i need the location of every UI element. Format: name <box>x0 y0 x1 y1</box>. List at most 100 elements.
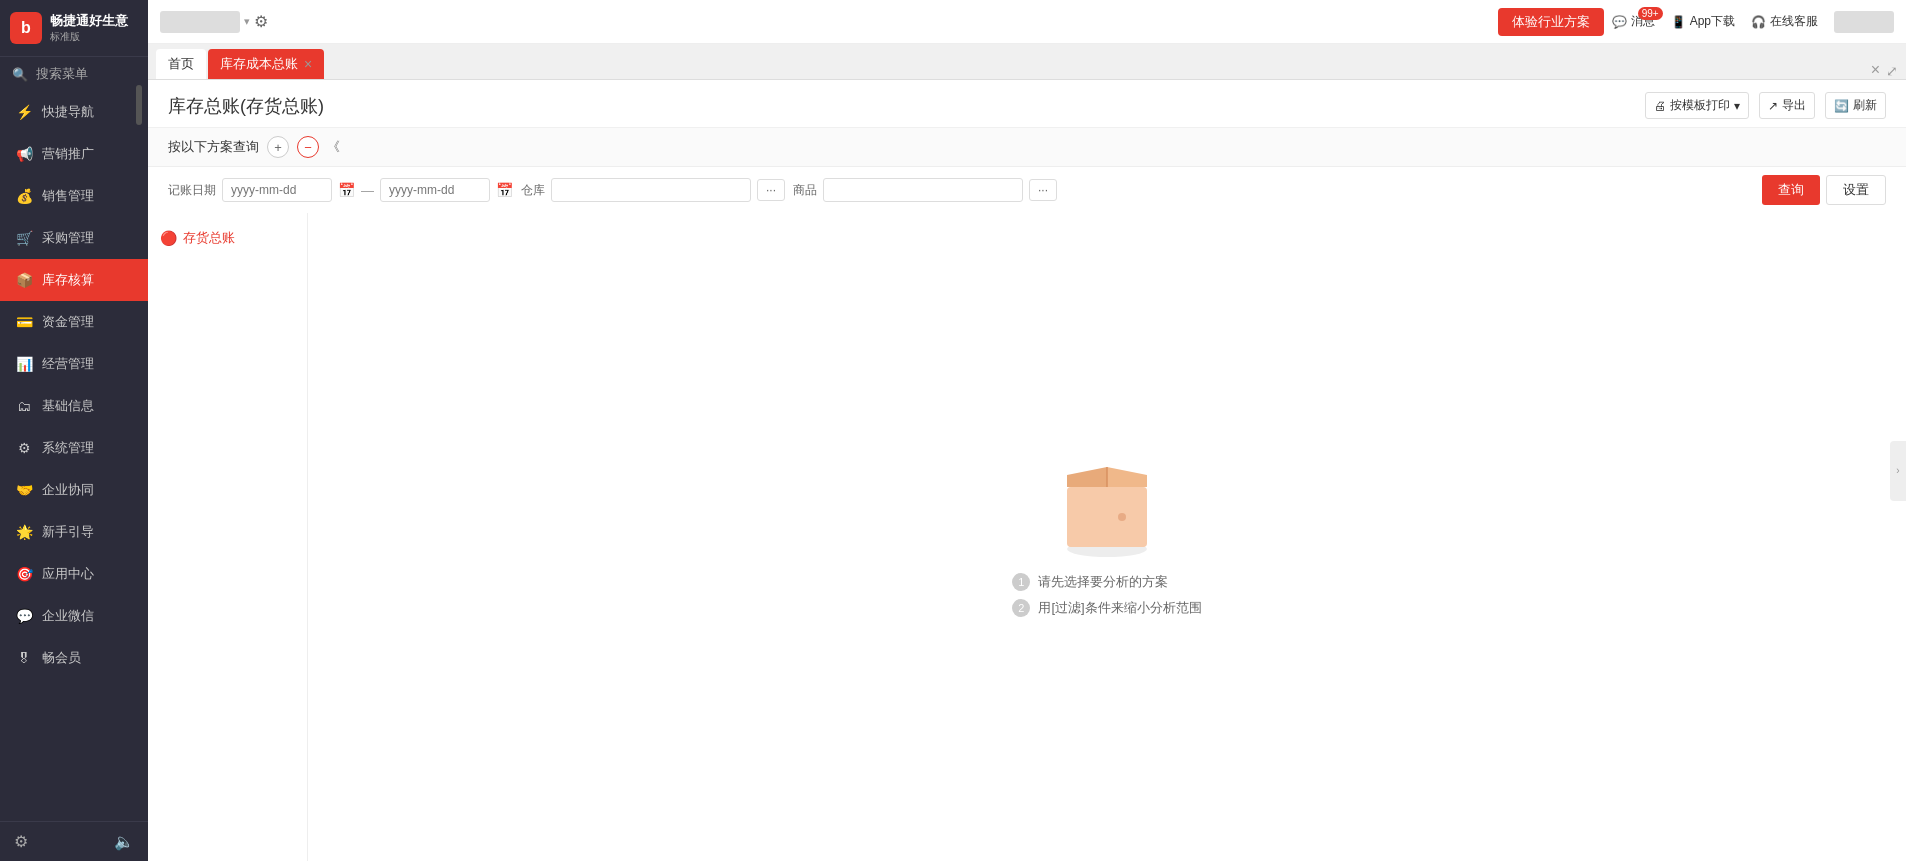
apps-icon: 🎯 <box>14 566 34 582</box>
filter-collapse-icon[interactable]: 《 <box>327 138 340 156</box>
tip-num-2: 2 <box>1012 599 1030 617</box>
trial-button[interactable]: 体验行业方案 <box>1498 8 1604 36</box>
empty-tip-1: 1 请先选择要分析的方案 <box>1012 573 1201 591</box>
service-label: 在线客服 <box>1770 13 1818 30</box>
tip-text-2: 用[过滤]条件来缩小分析范围 <box>1038 599 1201 617</box>
sidebar: b 畅捷通好生意 标准版 🔍 搜索菜单 ⚡ 快捷导航 📢 营销推广 💰 销售管理… <box>0 0 148 861</box>
tab-inventory-cost[interactable]: 库存成本总账 × <box>208 49 324 79</box>
operation-icon: 📊 <box>14 356 34 372</box>
svg-marker-2 <box>1067 467 1107 487</box>
page-header: 库存总账(存货总账) 🖨 按模板打印 ▾ ↗ 导出 🔄 刷新 <box>148 80 1906 128</box>
sidebar-item-apps[interactable]: 🎯 应用中心 <box>0 553 148 595</box>
sidebar-item-collab[interactable]: 🤝 企业协同 <box>0 469 148 511</box>
filter-del-button[interactable]: − <box>297 136 319 158</box>
sidebar-item-marketing[interactable]: 📢 营销推广 <box>0 133 148 175</box>
top-header: ▾ ⚙ 体验行业方案 💬 消息 99+ 📱 App下载 🎧 在线客服 <box>148 0 1906 44</box>
sidebar-item-system[interactable]: ⚙ 系统管理 <box>0 427 148 469</box>
message-icon: 💬 <box>1612 15 1627 29</box>
sidebar-item-wechat[interactable]: 💬 企业微信 <box>0 595 148 637</box>
panel-close-icon[interactable]: × <box>1871 61 1880 79</box>
sidebar-scrollbar[interactable] <box>136 85 142 125</box>
export-label: 导出 <box>1782 97 1806 114</box>
content-area: 🔴 存货总账 <box>148 213 1906 861</box>
inventory-icon: 🔴 <box>160 230 177 246</box>
breadcrumb: ▾ ⚙ <box>160 11 1490 33</box>
page-actions: 🖨 按模板打印 ▾ ↗ 导出 🔄 刷新 <box>1645 92 1886 119</box>
audio-icon[interactable]: 🔈 <box>114 832 134 851</box>
print-button[interactable]: 🖨 按模板打印 ▾ <box>1645 92 1749 119</box>
sidebar-item-quick-nav[interactable]: ⚡ 快捷导航 <box>0 91 148 133</box>
sidebar-nav: ⚡ 快捷导航 📢 营销推广 💰 销售管理 🛒 采购管理 📦 库存核算 💳 资金管… <box>0 91 148 821</box>
guide-icon: 🌟 <box>14 524 34 540</box>
tab-close-icon[interactable]: × <box>304 56 312 72</box>
empty-state: 1 请先选择要分析的方案 2 用[过滤]条件来缩小分析范围 <box>1012 457 1201 617</box>
guide-label: 新手引导 <box>42 523 94 541</box>
collab-label: 企业协同 <box>42 481 94 499</box>
date-label: 记账日期 <box>168 182 216 199</box>
phone-icon: 📱 <box>1671 15 1686 29</box>
member-icon: 🎖 <box>14 650 34 666</box>
sidebar-item-guide[interactable]: 🌟 新手引导 <box>0 511 148 553</box>
sidebar-item-basic[interactable]: 🗂 基础信息 <box>0 385 148 427</box>
date-filter-group: 记账日期 📅 — 📅 <box>168 178 513 202</box>
calendar-start-icon[interactable]: 📅 <box>338 182 355 198</box>
marketing-icon: 📢 <box>14 146 34 162</box>
quick-nav-icon: ⚡ <box>14 104 34 120</box>
date-end-input[interactable] <box>380 178 490 202</box>
sidebar-item-operation[interactable]: 📊 经营管理 <box>0 343 148 385</box>
settings-gear-icon[interactable]: ⚙ <box>254 12 268 31</box>
export-button[interactable]: ↗ 导出 <box>1759 92 1815 119</box>
main-content: ▾ ⚙ 体验行业方案 💬 消息 99+ 📱 App下载 🎧 在线客服 首页 <box>148 0 1906 861</box>
app-name: 畅捷通好生意 <box>50 13 128 30</box>
date-start-input[interactable] <box>222 178 332 202</box>
sidebar-search-label: 搜索菜单 <box>36 65 88 83</box>
sidebar-item-inventory[interactable]: 📦 库存核算 <box>0 259 148 301</box>
refresh-label: 刷新 <box>1853 97 1877 114</box>
tab-home[interactable]: 首页 <box>156 49 206 79</box>
finance-label: 资金管理 <box>42 313 94 331</box>
purchase-icon: 🛒 <box>14 230 34 246</box>
calendar-end-icon[interactable]: 📅 <box>496 182 513 198</box>
panel-resize-icon[interactable]: ⤢ <box>1886 63 1898 79</box>
warehouse-filter-group: 仓库 ··· <box>521 178 785 202</box>
settings-icon[interactable]: ⚙ <box>14 832 28 851</box>
filter-row: 记账日期 📅 — 📅 仓库 ··· 商品 ··· 查询 设置 <box>148 167 1906 213</box>
apps-label: 应用中心 <box>42 565 94 583</box>
filter-add-button[interactable]: + <box>267 136 289 158</box>
sales-icon: 💰 <box>14 188 34 204</box>
empty-tip-2: 2 用[过滤]条件来缩小分析范围 <box>1012 599 1201 617</box>
sidebar-item-finance[interactable]: 💳 资金管理 <box>0 301 148 343</box>
warehouse-more-button[interactable]: ··· <box>757 179 785 201</box>
export-icon: ↗ <box>1768 99 1778 113</box>
left-panel-item-inventory[interactable]: 🔴 存货总账 <box>148 221 307 255</box>
print-dropdown-icon[interactable]: ▾ <box>1734 99 1740 113</box>
tab-inventory-cost-label: 库存成本总账 <box>220 55 298 73</box>
service-button[interactable]: 🎧 在线客服 <box>1751 13 1818 30</box>
search-icon: 🔍 <box>12 67 28 82</box>
warehouse-input[interactable] <box>551 178 751 202</box>
wechat-label: 企业微信 <box>42 607 94 625</box>
tab-bar: 首页 库存成本总账 × × ⤢ <box>148 44 1906 80</box>
svg-marker-3 <box>1107 467 1147 487</box>
user-avatar[interactable] <box>1834 11 1894 33</box>
sidebar-item-sales[interactable]: 💰 销售管理 <box>0 175 148 217</box>
product-more-button[interactable]: ··· <box>1029 179 1057 201</box>
product-input[interactable] <box>823 178 1023 202</box>
message-button[interactable]: 💬 消息 99+ <box>1612 13 1655 30</box>
side-panel-toggle[interactable]: › <box>1890 441 1906 501</box>
sales-label: 销售管理 <box>42 187 94 205</box>
system-label: 系统管理 <box>42 439 94 457</box>
setting-button[interactable]: 设置 <box>1826 175 1886 205</box>
svg-point-6 <box>1118 513 1126 521</box>
app-logo-text: 畅捷通好生意 标准版 <box>50 13 128 43</box>
sidebar-search[interactable]: 🔍 搜索菜单 <box>0 57 148 91</box>
operation-label: 经营管理 <box>42 355 94 373</box>
print-label: 按模板打印 <box>1670 97 1730 114</box>
sidebar-item-member[interactable]: 🎖 畅会员 <box>0 637 148 679</box>
query-button[interactable]: 查询 <box>1762 175 1820 205</box>
refresh-button[interactable]: 🔄 刷新 <box>1825 92 1886 119</box>
page-content: 库存总账(存货总账) 🖨 按模板打印 ▾ ↗ 导出 🔄 刷新 按以下方案查询 <box>148 80 1906 861</box>
sidebar-item-purchase[interactable]: 🛒 采购管理 <box>0 217 148 259</box>
app-download-button[interactable]: 📱 App下载 <box>1671 13 1735 30</box>
breadcrumb-chevron[interactable]: ▾ <box>244 15 250 28</box>
